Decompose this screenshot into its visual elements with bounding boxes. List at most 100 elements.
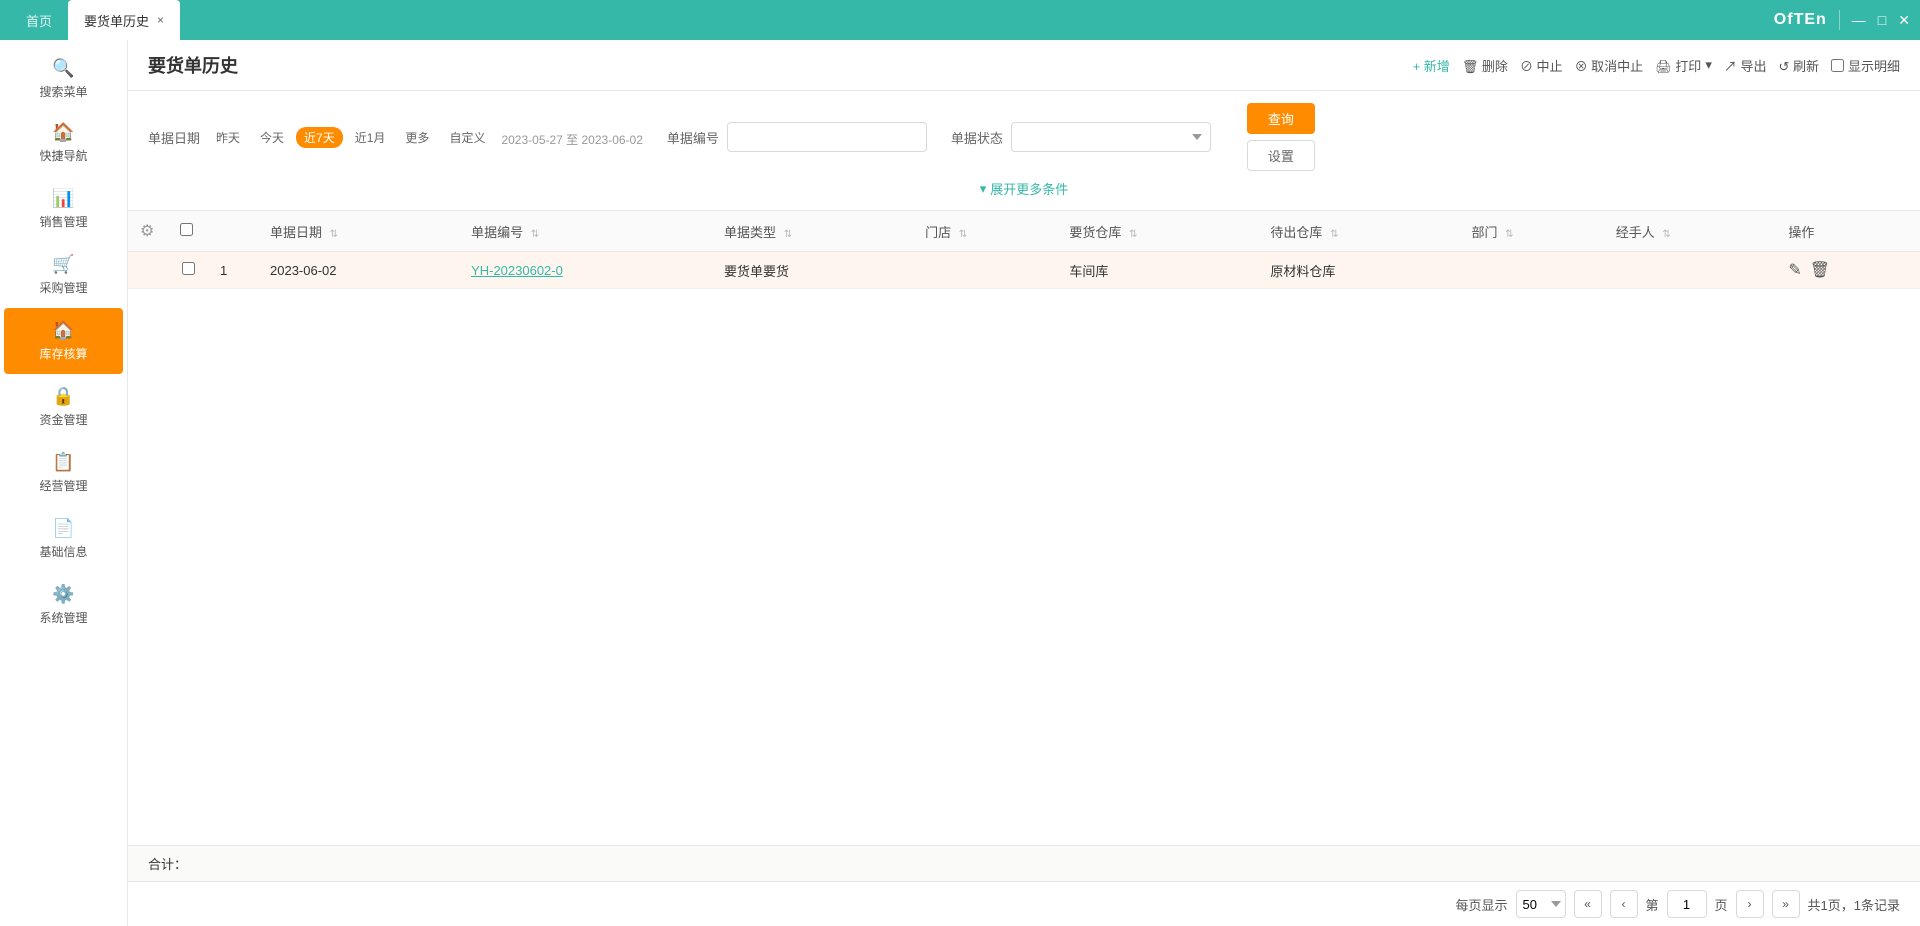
display-detail-checkbox[interactable] <box>1831 59 1844 72</box>
doc-date-sort-icon: ⇅ <box>330 229 338 240</box>
status-filter-select[interactable] <box>1011 122 1211 152</box>
delete-btn-label: 🗑 删除 <box>1462 56 1508 75</box>
pending-warehouse-sort-icon: ⇅ <box>1330 229 1338 240</box>
filter-bar: 单据日期 昨天 今天 近7天 近1月 更多 自定义 2023-05-27 至 2… <box>128 91 1920 211</box>
shortcut-1month[interactable]: 近1月 <box>347 127 394 148</box>
col-doc-type-header[interactable]: 单据类型 ⇅ <box>712 211 913 252</box>
status-filter-label: 单据状态 <box>951 128 1003 147</box>
stop-btn-label: ⊘ 中止 <box>1520 56 1563 75</box>
table-body: 1 2023-06-02 YH-20230602-0 要货单要货 <box>128 252 1920 289</box>
doc-no-sort-icon: ⇅ <box>531 229 539 240</box>
home-icon: 🏠 <box>52 122 74 143</box>
row-num-cell: 1 <box>208 252 258 289</box>
tab-home[interactable]: 首页 <box>10 0 68 40</box>
new-btn[interactable]: + 新增 <box>1413 56 1450 75</box>
col-store-header[interactable]: 门店 ⇅ <box>913 211 1057 252</box>
select-all-checkbox[interactable] <box>180 223 193 236</box>
row-doc-type: 要货单要货 <box>724 264 789 279</box>
sidebar-item-sys-mgmt[interactable]: ⚙️ 系统管理 <box>0 572 127 638</box>
settings-btn[interactable]: 设置 <box>1247 140 1315 171</box>
col-department-header[interactable]: 部门 ⇅ <box>1459 211 1603 252</box>
doc-icon: 📄 <box>52 518 74 539</box>
table-head: ⚙ 单据日期 ⇅ 单据编号 ⇅ <box>128 211 1920 252</box>
row-checkbox-cell <box>168 252 208 289</box>
col-doc-date-header[interactable]: 单据日期 ⇅ <box>258 211 459 252</box>
row-doc-no-cell: YH-20230602-0 <box>459 252 712 289</box>
refresh-btn[interactable]: ↺ 刷新 <box>1778 56 1819 75</box>
minimize-btn[interactable]: — <box>1852 12 1866 28</box>
gear-icon: ⚙️ <box>52 584 74 605</box>
per-page-select[interactable]: 50 20 100 <box>1516 890 1566 918</box>
row-edit-icon[interactable]: ✎ <box>1788 260 1801 280</box>
sidebar-item-search-menu[interactable]: 🔍 搜索菜单 <box>0 48 127 110</box>
maximize-btn[interactable]: □ <box>1878 12 1886 28</box>
col-req-warehouse-header[interactable]: 要货仓库 ⇅ <box>1057 211 1258 252</box>
col-actions-header: 操作 <box>1776 211 1920 252</box>
table-footer: 合计： <box>128 845 1920 881</box>
date-shortcuts: 昨天 今天 近7天 近1月 更多 自定义 <box>208 127 493 148</box>
per-page-label: 每页显示 <box>1455 895 1507 914</box>
print-btn[interactable]: 🖨 打印 ▾ <box>1655 56 1712 75</box>
sidebar-item-ops-mgmt[interactable]: 📋 经营管理 <box>0 440 127 506</box>
tab-requisition-history[interactable]: 要货单历史 × <box>68 0 180 40</box>
expand-chevron-icon: ▾ <box>980 181 987 197</box>
chart-icon: 📊 <box>52 188 74 209</box>
close-btn[interactable]: ✕ <box>1898 12 1910 29</box>
row-doc-no-link[interactable]: YH-20230602-0 <box>471 263 563 278</box>
cancel-stop-btn-label: ⊗ 取消中止 <box>1575 56 1644 75</box>
doc-type-sort-icon: ⇅ <box>784 229 792 240</box>
row-pending-warehouse-cell: 原材料仓库 <box>1258 252 1459 289</box>
inventory-icon: 🏠 <box>52 320 74 341</box>
col-handler-header[interactable]: 经手人 ⇅ <box>1604 211 1777 252</box>
row-settings-cell <box>128 252 168 289</box>
cancel-stop-btn[interactable]: ⊗ 取消中止 <box>1575 56 1644 75</box>
row-actions: ✎ 🗑 <box>1788 260 1908 280</box>
table-settings-icon[interactable]: ⚙ <box>140 223 154 240</box>
shortcut-yesterday[interactable]: 昨天 <box>208 127 248 148</box>
col-pending-warehouse-header[interactable]: 待出仓库 ⇅ <box>1258 211 1459 252</box>
sidebar-item-finance-mgmt[interactable]: 🔒 资金管理 <box>0 374 127 440</box>
top-bar: 首页 要货单历史 × OfTEn — □ ✕ <box>0 0 1920 40</box>
shortcut-custom[interactable]: 自定义 <box>441 127 493 148</box>
data-table: ⚙ 单据日期 ⇅ 单据编号 ⇅ <box>128 211 1920 289</box>
docno-filter-input[interactable] <box>727 122 927 152</box>
tab-requisition-label: 要货单历史 <box>84 11 149 30</box>
brand-text: OfTEn <box>1774 11 1827 29</box>
query-btn[interactable]: 查询 <box>1247 103 1315 134</box>
divider <box>1839 10 1840 30</box>
sidebar-item-sys-label: 系统管理 <box>39 609 87 626</box>
new-btn-label: + 新增 <box>1413 56 1450 75</box>
sidebar-item-sales-mgmt[interactable]: 📊 销售管理 <box>0 176 127 242</box>
table-row: 1 2023-06-02 YH-20230602-0 要货单要货 <box>128 252 1920 289</box>
row-handler-cell <box>1604 252 1777 289</box>
stop-btn[interactable]: ⊘ 中止 <box>1520 56 1563 75</box>
last-page-btn[interactable]: » <box>1772 890 1800 918</box>
total-label: 合计： <box>148 854 187 873</box>
finance-icon: 🔒 <box>52 386 74 407</box>
sidebar-item-inventory-calc[interactable]: 🏠 库存核算 <box>4 308 123 374</box>
sidebar: 🔍 搜索菜单 🏠 快捷导航 📊 销售管理 🛒 采购管理 🏠 库存核算 🔒 资金管… <box>0 40 128 926</box>
filter-btn-group: 查询 设置 <box>1247 103 1315 171</box>
next-page-btn[interactable]: › <box>1736 890 1764 918</box>
prev-page-btn[interactable]: ‹ <box>1610 890 1638 918</box>
sidebar-item-quick-nav[interactable]: 🏠 快捷导航 <box>0 110 127 176</box>
display-detail-toggle[interactable]: 显示明细 <box>1831 56 1900 75</box>
sidebar-item-basic-info[interactable]: 📄 基础信息 <box>0 506 127 572</box>
tab-close-icon[interactable]: × <box>157 13 164 27</box>
row-pending-warehouse: 原材料仓库 <box>1270 264 1335 279</box>
page-input[interactable] <box>1667 890 1707 918</box>
row-delete-icon[interactable]: 🗑 <box>1810 260 1830 280</box>
first-page-btn[interactable]: « <box>1574 890 1602 918</box>
expand-more-btn[interactable]: ▾ 展开更多条件 <box>148 179 1900 198</box>
col-doc-no-header[interactable]: 单据编号 ⇅ <box>459 211 712 252</box>
shortcut-today[interactable]: 今天 <box>252 127 292 148</box>
export-btn[interactable]: ↗ 导出 <box>1724 56 1767 75</box>
shortcut-more[interactable]: 更多 <box>397 127 437 148</box>
row-checkbox[interactable] <box>182 262 195 275</box>
shortcut-7days[interactable]: 近7天 <box>296 127 343 148</box>
expand-more-label: 展开更多条件 <box>990 179 1068 198</box>
sidebar-item-quick-nav-label: 快捷导航 <box>39 147 87 164</box>
row-num: 1 <box>220 263 227 278</box>
delete-btn[interactable]: 🗑 删除 <box>1462 56 1508 75</box>
sidebar-item-purchase-mgmt[interactable]: 🛒 采购管理 <box>0 242 127 308</box>
